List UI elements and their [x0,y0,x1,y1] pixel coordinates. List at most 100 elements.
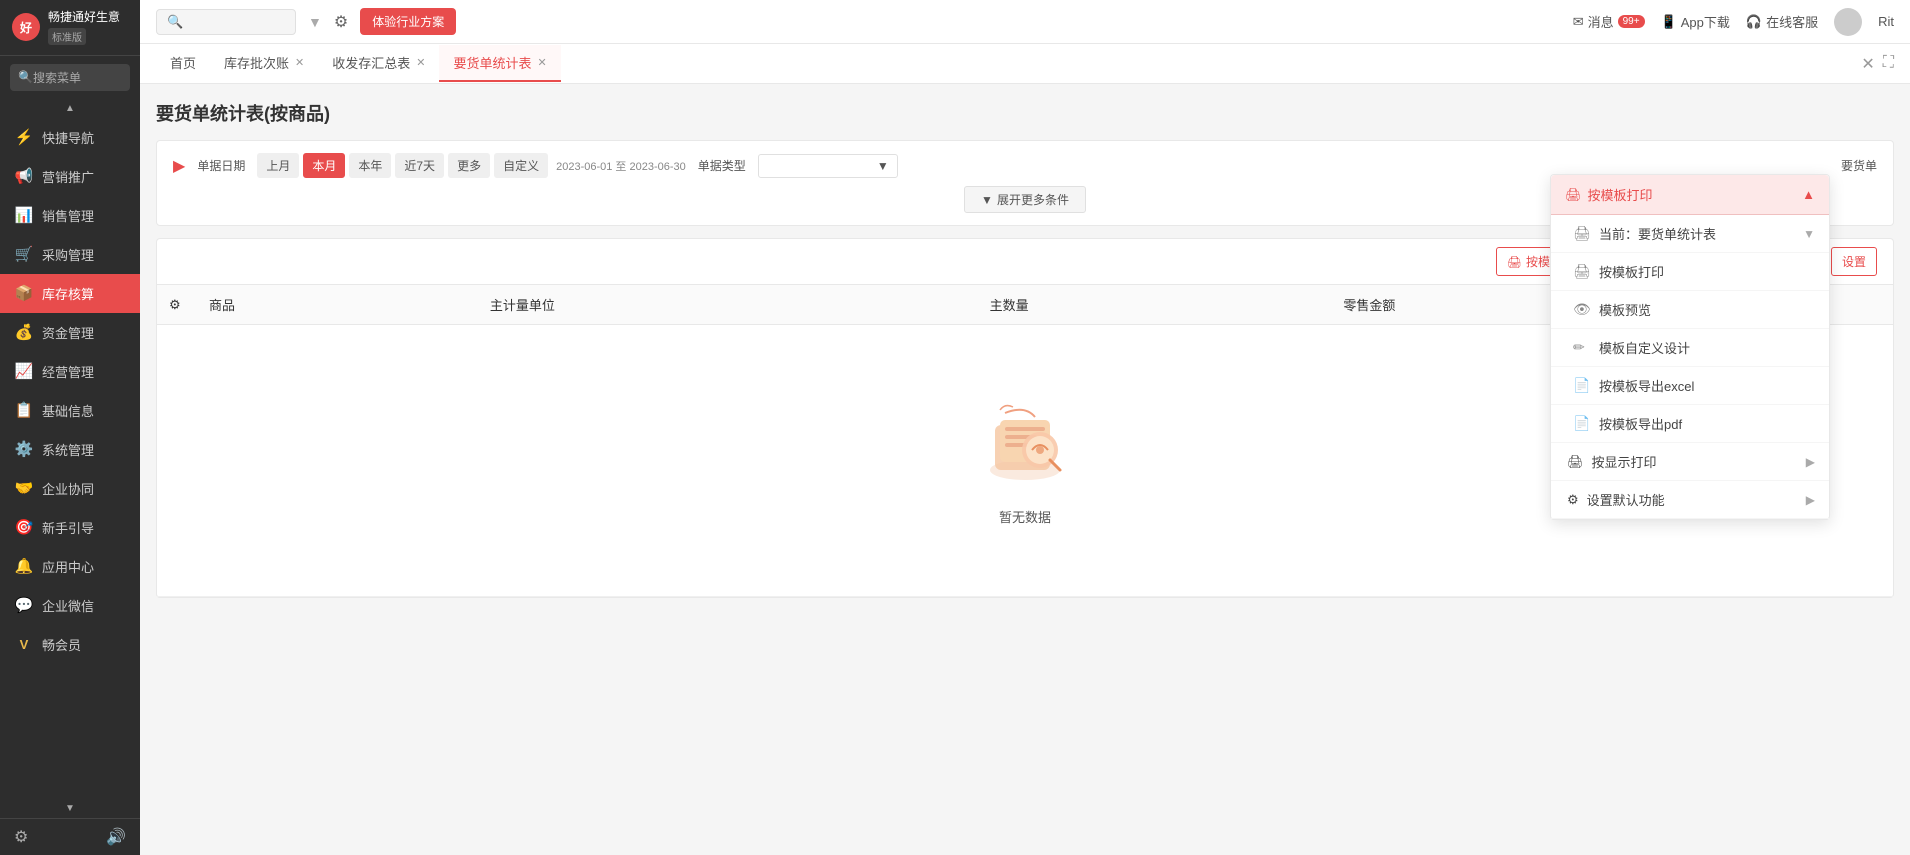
sidebar-item-inventory[interactable]: 📦 库存核算 [0,274,140,313]
col-settings[interactable]: ⚙ [157,285,197,325]
set-default-arrow: ▶ [1806,493,1815,507]
sidebar-item-operation[interactable]: 📈 经营管理 [0,352,140,391]
sidebar-label-quick-nav: 快捷导航 [42,128,94,147]
expand-more-icon: ▼ [981,193,993,207]
sidebar-item-sales[interactable]: 📊 销售管理 [0,196,140,235]
sidebar-item-appstore[interactable]: 🔔 应用中心 [0,547,140,586]
settings-button[interactable]: 设置 [1831,247,1877,276]
sidebar-item-guide[interactable]: 🎯 新手引导 [0,508,140,547]
set-default-icon: ⚙ [1567,492,1579,508]
sidebar-bottom: ⚙ 🔊 [0,818,140,855]
dropdown-print-icon: 🖨 [1565,187,1582,203]
service-label: 在线客服 [1766,12,1818,31]
window-controls: ✕ ⛶ [1861,54,1894,74]
tab-order-stats[interactable]: 要货单统计表 ✕ [439,45,560,82]
topbar-search-box[interactable]: 🔍 [156,9,296,35]
dropdown-item-template-design[interactable]: ✏ 模板自定义设计 [1551,329,1829,367]
dropdown-header-right: ▲ [1802,187,1815,202]
message-badge: 99+ [1618,15,1645,28]
date-btn-this-year[interactable]: 本年 [349,153,391,178]
dropdown-icon[interactable]: ▼ [308,14,322,30]
sidebar-label-inventory: 库存核算 [42,284,94,303]
dropdown-up-arrow[interactable]: ▲ [1802,187,1815,202]
current-icon: 🖨 [1573,225,1591,242]
dropdown-item-set-default[interactable]: ⚙ 设置默认功能 ▶ [1551,481,1829,519]
dropdown-item-export-excel[interactable]: 📄 按模板导出excel [1551,367,1829,405]
dropdown-item-current[interactable]: 🖨 当前：要货单统计表 ▼ [1551,215,1829,253]
export-pdf-icon: 📄 [1573,415,1591,432]
sidebar-item-finance[interactable]: 💰 资金管理 [0,313,140,352]
tab-batch-account[interactable]: 库存批次账 ✕ [210,45,318,82]
display-print-arrow: ▶ [1806,455,1815,469]
app-download-item[interactable]: 📱 App下载 [1661,12,1730,31]
sidebar-item-system[interactable]: ⚙️ 系统管理 [0,430,140,469]
col-quantity: 主数量 [978,285,1332,325]
trial-industry-button[interactable]: 体验行业方案 [360,8,456,35]
date-btn-custom[interactable]: 自定义 [494,153,548,178]
filter-right: 要货单 [1841,157,1877,174]
sidebar-item-quick-nav[interactable]: ⚡ 快捷导航 [0,118,140,157]
app-name: 畅捷通好生意 [48,10,120,26]
tab-home[interactable]: 首页 [156,45,210,82]
date-range-display: 2023-06-01 至 2023-06-30 [556,158,686,174]
sidebar-nav: ⚡ 快捷导航 📢 营销推广 📊 销售管理 🛒 采购管理 📦 库存核算 💰 资金管… [0,118,140,799]
dropdown-item-export-pdf[interactable]: 📄 按模板导出pdf [1551,405,1829,443]
system-icon: ⚙️ [14,440,34,458]
tab-batch-label: 库存批次账 [224,53,289,72]
sidebar-item-purchase[interactable]: 🛒 采购管理 [0,235,140,274]
col-product: 商品 [197,285,478,325]
filter-toggle-arrow[interactable]: ▶ [173,156,185,176]
logo-icon: 好 [12,13,40,41]
dropdown-header: 🖨 按模板打印 ▲ [1551,175,1829,215]
wechat-icon: 💬 [14,596,34,614]
export-excel-icon: 📄 [1573,377,1591,394]
display-print-label: 按显示打印 [1592,452,1657,471]
tab-order-close[interactable]: ✕ [538,56,547,69]
sidebar: 好 畅捷通好生意 标准版 🔍 搜索菜单 ▲ ⚡ 快捷导航 📢 营销推广 📊 销售… [0,0,140,855]
sidebar-item-member[interactable]: V 畅会员 [0,625,140,664]
dropdown-current-arrow: ▼ [1803,227,1815,241]
template-print-icon: 🖨 [1573,263,1591,280]
sidebar-label-system: 系统管理 [42,440,94,459]
sound-icon[interactable]: 🔊 [106,827,126,847]
date-btn-more[interactable]: 更多 [448,153,490,178]
scroll-up[interactable]: ▲ [0,99,140,118]
window-expand-icon[interactable]: ⛶ [1883,54,1894,74]
topbar-settings-icon[interactable]: ⚙ [334,12,348,32]
sidebar-label-operation: 经营管理 [42,362,94,381]
tab-payment-close[interactable]: ✕ [416,56,425,69]
sidebar-search[interactable]: 🔍 搜索菜单 [10,64,130,91]
sidebar-item-wechat[interactable]: 💬 企业微信 [0,586,140,625]
order-type-label: 要货单 [1841,157,1877,174]
settings-bottom-icon[interactable]: ⚙ [14,827,28,847]
online-service-item[interactable]: 🎧 在线客服 [1746,12,1818,31]
date-btn-this-month[interactable]: 本月 [303,153,345,178]
sidebar-item-collab[interactable]: 🤝 企业协同 [0,469,140,508]
type-select[interactable]: ▼ [758,154,898,178]
message-item[interactable]: ✉ 消息 99+ [1573,12,1645,31]
sidebar-label-finance: 资金管理 [42,323,94,342]
sidebar-item-marketing[interactable]: 📢 营销推广 [0,157,140,196]
scroll-down[interactable]: ▼ [0,799,140,818]
col-unit: 主计量单位 [478,285,978,325]
template-print-label: 按模板打印 [1599,262,1664,281]
dropdown-item-display-print[interactable]: 🖨 按显示打印 ▶ [1551,443,1829,481]
date-btn-last-month[interactable]: 上月 [257,153,299,178]
print-dropdown: 🖨 按模板打印 ▲ 🖨 当前：要货单统计表 ▼ 🖨 按模板打印 👁 模板预览 [1550,174,1830,520]
tab-payment-summary[interactable]: 收发存汇总表 ✕ [318,45,439,82]
type-select-arrow: ▼ [877,159,889,173]
date-btn-last7[interactable]: 近7天 [395,153,444,178]
dropdown-item-template-preview[interactable]: 👁 模板预览 [1551,291,1829,329]
avatar [1834,8,1862,36]
topbar-search-input[interactable] [189,15,269,29]
topbar-right: ✉ 消息 99+ 📱 App下载 🎧 在线客服 Rit [1573,8,1894,36]
sidebar-item-basic[interactable]: 📋 基础信息 [0,391,140,430]
tab-payment-label: 收发存汇总表 [332,53,410,72]
dropdown-item-template-print[interactable]: 🖨 按模板打印 [1551,253,1829,291]
set-default-label: 设置默认功能 [1587,490,1665,509]
expand-more-button[interactable]: ▼ 展开更多条件 [964,186,1086,213]
message-icon: ✉ [1573,14,1584,30]
sidebar-label-member: 畅会员 [42,635,81,654]
window-close-icon[interactable]: ✕ [1861,54,1874,74]
tab-batch-close[interactable]: ✕ [295,56,304,69]
